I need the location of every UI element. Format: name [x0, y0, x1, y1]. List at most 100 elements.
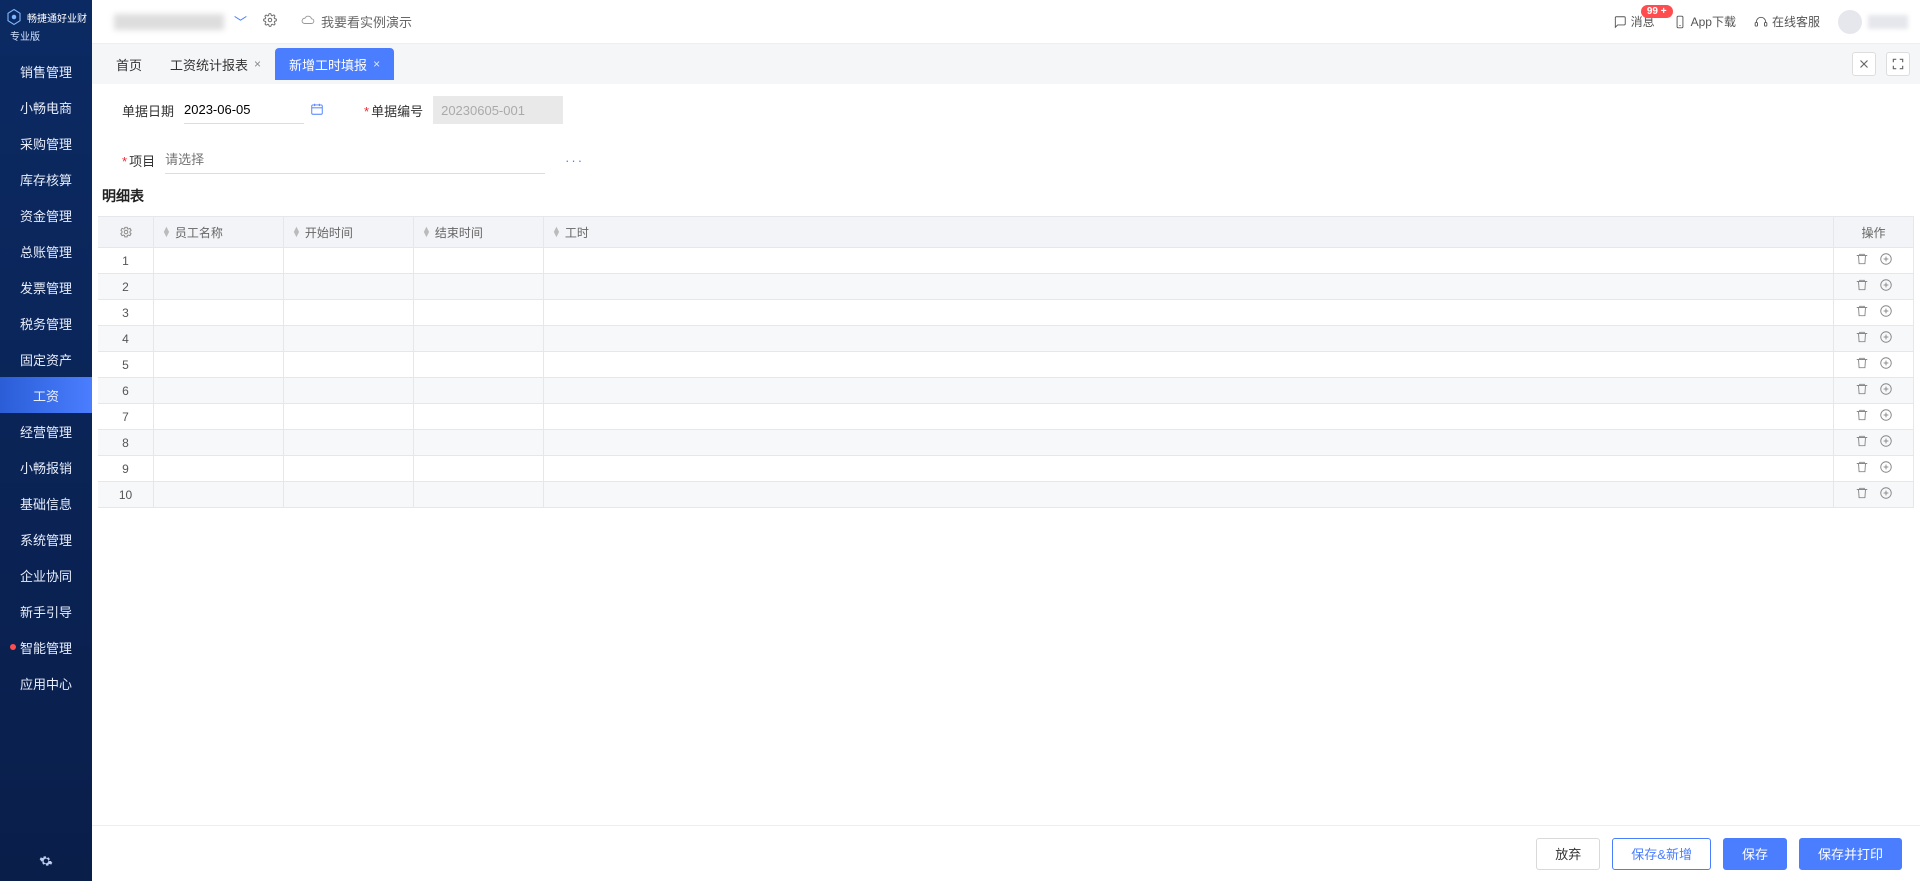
cell-end[interactable]	[414, 248, 544, 273]
table-row[interactable]: 3	[98, 300, 1914, 326]
cell-start[interactable]	[284, 300, 414, 325]
cell-employee[interactable]	[154, 378, 284, 403]
table-row[interactable]: 6	[98, 378, 1914, 404]
cell-start[interactable]	[284, 456, 414, 481]
row-add-button[interactable]	[1879, 486, 1893, 503]
th-end[interactable]: ▲▼结束时间	[414, 217, 544, 247]
row-add-button[interactable]	[1879, 330, 1893, 347]
row-delete-button[interactable]	[1855, 330, 1869, 347]
cell-start[interactable]	[284, 378, 414, 403]
cell-end[interactable]	[414, 482, 544, 507]
table-row[interactable]: 2	[98, 274, 1914, 300]
column-settings[interactable]	[98, 217, 154, 247]
row-add-button[interactable]	[1879, 304, 1893, 321]
tab-fullscreen[interactable]	[1886, 52, 1910, 76]
org-selector[interactable]: ﹀	[104, 8, 257, 35]
sidebar-item-15[interactable]: 新手引导	[0, 593, 92, 629]
sidebar-item-6[interactable]: 发票管理	[0, 269, 92, 305]
cell-end[interactable]	[414, 378, 544, 403]
cell-end[interactable]	[414, 326, 544, 351]
cell-employee[interactable]	[154, 404, 284, 429]
sidebar-item-4[interactable]: 资金管理	[0, 197, 92, 233]
sidebar-item-14[interactable]: 企业协同	[0, 557, 92, 593]
cell-end[interactable]	[414, 456, 544, 481]
save-button[interactable]: 保存	[1723, 838, 1787, 870]
cell-employee[interactable]	[154, 482, 284, 507]
row-delete-button[interactable]	[1855, 460, 1869, 477]
sidebar-item-0[interactable]: 销售管理	[0, 53, 92, 89]
save-and-new-button[interactable]: 保存&新增	[1612, 838, 1711, 870]
cell-employee[interactable]	[154, 456, 284, 481]
sidebar-item-17[interactable]: 应用中心	[0, 665, 92, 701]
row-add-button[interactable]	[1879, 382, 1893, 399]
sidebar-item-9[interactable]: 工资	[0, 377, 92, 413]
cell-end[interactable]	[414, 352, 544, 377]
cell-hours[interactable]	[544, 378, 1834, 403]
row-add-button[interactable]	[1879, 278, 1893, 295]
sidebar-item-1[interactable]: 小畅电商	[0, 89, 92, 125]
project-input[interactable]	[165, 146, 545, 174]
table-row[interactable]: 4	[98, 326, 1914, 352]
user-menu[interactable]	[1838, 10, 1908, 34]
th-employee[interactable]: ▲▼员工名称	[154, 217, 284, 247]
tab-2[interactable]: 新增工时填报×	[275, 48, 394, 80]
cell-hours[interactable]	[544, 326, 1834, 351]
project-more-button[interactable]: ···	[565, 153, 584, 168]
sidebar-item-8[interactable]: 固定资产	[0, 341, 92, 377]
row-delete-button[interactable]	[1855, 304, 1869, 321]
cell-hours[interactable]	[544, 430, 1834, 455]
row-add-button[interactable]	[1879, 460, 1893, 477]
row-delete-button[interactable]	[1855, 434, 1869, 451]
sidebar-item-3[interactable]: 库存核算	[0, 161, 92, 197]
table-row[interactable]: 8	[98, 430, 1914, 456]
row-add-button[interactable]	[1879, 356, 1893, 373]
cell-end[interactable]	[414, 404, 544, 429]
row-delete-button[interactable]	[1855, 382, 1869, 399]
sidebar-item-10[interactable]: 经营管理	[0, 413, 92, 449]
cell-hours[interactable]	[544, 274, 1834, 299]
cell-employee[interactable]	[154, 430, 284, 455]
th-start[interactable]: ▲▼开始时间	[284, 217, 414, 247]
sidebar-item-7[interactable]: 税务管理	[0, 305, 92, 341]
table-row[interactable]: 10	[98, 482, 1914, 508]
cell-hours[interactable]	[544, 300, 1834, 325]
doc-date-input[interactable]	[184, 96, 304, 124]
row-delete-button[interactable]	[1855, 356, 1869, 373]
cell-hours[interactable]	[544, 352, 1834, 377]
cell-employee[interactable]	[154, 300, 284, 325]
discard-button[interactable]: 放弃	[1536, 838, 1600, 870]
cell-employee[interactable]	[154, 326, 284, 351]
sidebar-item-11[interactable]: 小畅报销	[0, 449, 92, 485]
table-row[interactable]: 1	[98, 248, 1914, 274]
sidebar-item-5[interactable]: 总账管理	[0, 233, 92, 269]
table-row[interactable]: 7	[98, 404, 1914, 430]
th-hours[interactable]: ▲▼工时	[544, 217, 1834, 247]
row-delete-button[interactable]	[1855, 252, 1869, 269]
cell-hours[interactable]	[544, 248, 1834, 273]
cell-hours[interactable]	[544, 456, 1834, 481]
tab-close-icon[interactable]: ×	[373, 57, 380, 71]
cell-end[interactable]	[414, 300, 544, 325]
tab-close-all[interactable]	[1852, 52, 1876, 76]
online-service-button[interactable]: 在线客服	[1754, 13, 1820, 30]
cell-hours[interactable]	[544, 404, 1834, 429]
cell-start[interactable]	[284, 326, 414, 351]
row-add-button[interactable]	[1879, 434, 1893, 451]
cell-start[interactable]	[284, 404, 414, 429]
cell-start[interactable]	[284, 482, 414, 507]
messages-button[interactable]: 消息 99 +	[1613, 13, 1655, 30]
sidebar-item-12[interactable]: 基础信息	[0, 485, 92, 521]
sidebar-item-13[interactable]: 系统管理	[0, 521, 92, 557]
sidebar-item-16[interactable]: 智能管理	[0, 629, 92, 665]
cell-end[interactable]	[414, 430, 544, 455]
sidebar-item-2[interactable]: 采购管理	[0, 125, 92, 161]
cell-hours[interactable]	[544, 482, 1834, 507]
cell-employee[interactable]	[154, 248, 284, 273]
cell-start[interactable]	[284, 430, 414, 455]
cell-start[interactable]	[284, 274, 414, 299]
save-and-print-button[interactable]: 保存并打印	[1799, 838, 1902, 870]
calendar-button[interactable]	[310, 102, 324, 119]
table-row[interactable]: 9	[98, 456, 1914, 482]
row-delete-button[interactable]	[1855, 486, 1869, 503]
cell-employee[interactable]	[154, 274, 284, 299]
